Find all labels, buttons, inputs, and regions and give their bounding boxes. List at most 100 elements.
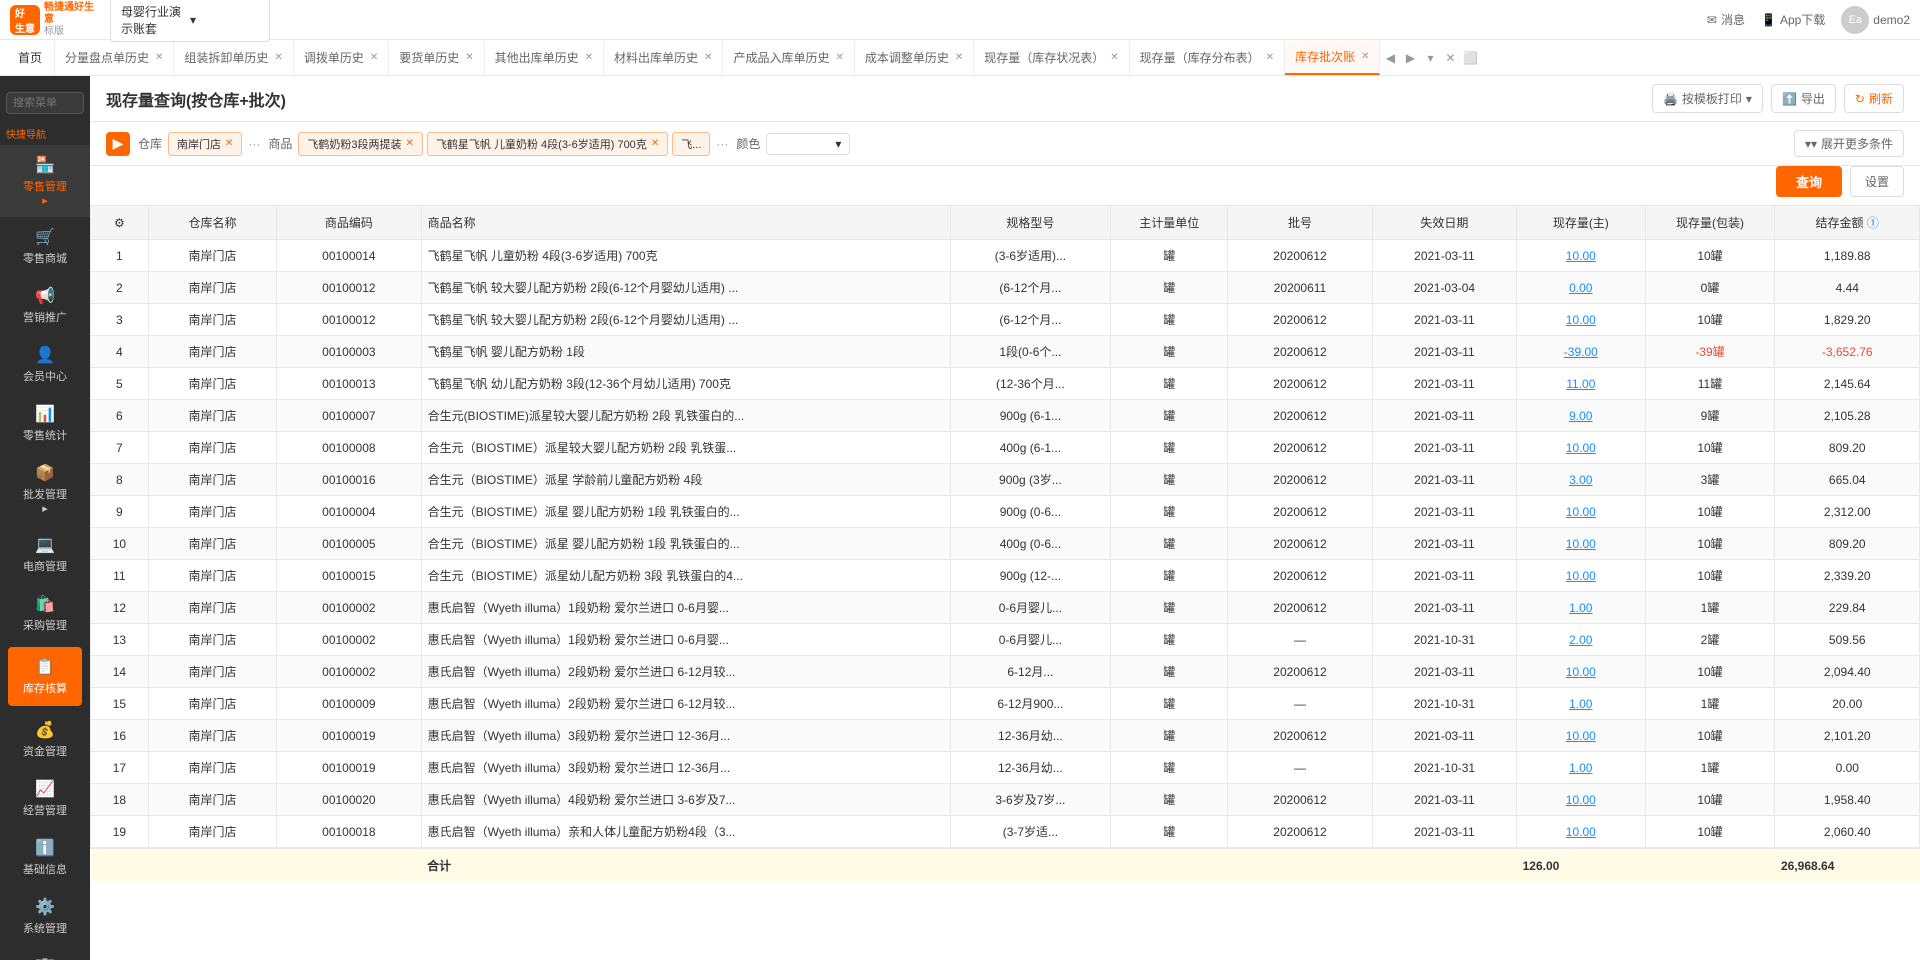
cell-unit: 罐 [1111, 656, 1228, 688]
tab-close-all[interactable]: ✕ [1440, 40, 1460, 76]
sidebar-item-dianshang[interactable]: 💻 电商管理 [0, 525, 90, 584]
table-row: 14 南岸门店 00100002 惠氏启智（Wyeth illuma）2段奶粉 … [91, 656, 1920, 688]
query-button[interactable]: 查询 [1776, 166, 1842, 197]
sidebar-item-qiye[interactable]: 🏢 企业协同 [0, 946, 90, 960]
export-icon: ⬆️ [1782, 92, 1797, 106]
sidebar-item-huiyuan[interactable]: 👤 会员中心 [0, 335, 90, 394]
sidebar-item-lingshougc[interactable]: 🛒 零售商城 [0, 217, 90, 276]
filter-toggle-button[interactable]: ▶ [106, 132, 130, 156]
tag-remove-icon[interactable]: ✕ [406, 138, 414, 149]
cell-qty[interactable]: 10.00 [1517, 656, 1645, 688]
warehouse-tag-nananjm: 南岸门店 ✕ [168, 132, 242, 156]
user-profile[interactable]: Ea demo2 [1841, 6, 1910, 34]
tab-qtachuku[interactable]: 其他出库单历史 ✕ [485, 41, 604, 75]
cell-index: 3 [91, 304, 149, 336]
tab-fenliangpandian[interactable]: 分量盘点单历史 ✕ [55, 41, 174, 75]
tab-close[interactable]: ✕ [274, 52, 282, 63]
cell-name: 惠氏启智（Wyeth illuma）2段奶粉 爱尔兰进口 6-12月较... [421, 656, 950, 688]
cell-name: 惠氏启智（Wyeth illuma）1段奶粉 爱尔兰进口 0-6月婴... [421, 624, 950, 656]
store-selector[interactable]: 母婴行业演示账套 ▾ [110, 0, 270, 42]
sidebar-item-pifa[interactable]: 📦 批发管理 ▸ [0, 453, 90, 525]
tab-close[interactable]: ✕ [955, 52, 963, 63]
cell-warehouse: 南岸门店 [148, 656, 276, 688]
tab-diaobodanhis[interactable]: 调拨单历史 ✕ [294, 41, 389, 75]
cell-qty[interactable]: 9.00 [1517, 400, 1645, 432]
tab-bar: 首页 分量盘点单历史 ✕ 组装拆卸单历史 ✕ 调拨单历史 ✕ 要货单历史 ✕ 其… [0, 40, 1920, 76]
tab-nav-more[interactable]: ▾ [1420, 40, 1440, 76]
member-icon: 👤 [35, 345, 55, 365]
cell-qty[interactable]: 10.00 [1517, 784, 1645, 816]
tab-chenben[interactable]: 成本调整单历史 ✕ [855, 41, 974, 75]
cell-qty[interactable]: 10.00 [1517, 496, 1645, 528]
sidebar-item-kucun[interactable]: 📋 库存核算 [8, 647, 82, 706]
cell-qty[interactable]: 10.00 [1517, 720, 1645, 752]
color-input[interactable]: ▾ [766, 133, 850, 155]
tab-close[interactable]: ✕ [370, 52, 378, 63]
cell-qty[interactable]: 10.00 [1517, 560, 1645, 592]
warehouse-more-dots[interactable]: ··· [248, 137, 260, 151]
tab-close[interactable]: ✕ [704, 52, 712, 63]
tab-nav-next[interactable]: ▶ [1400, 40, 1420, 76]
tab-kucunpici[interactable]: 库存批次账 ✕ [1285, 41, 1380, 75]
tab-yaohuo[interactable]: 要货单历史 ✕ [389, 41, 484, 75]
more-conditions-button[interactable]: ▾▾ 展开更多条件 [1794, 130, 1904, 157]
tab-home[interactable]: 首页 [6, 41, 55, 75]
sidebar-item-lingshougly[interactable]: 🏪 零售管理 ▸ [0, 145, 90, 217]
export-button[interactable]: ⬆️ 导出 [1771, 84, 1836, 113]
cell-batch: 20200612 [1228, 336, 1372, 368]
top-bar: 好生意 畅捷通好生意 标版 母婴行业演示账套 ▾ ✉ 消息 📱 App下载 Ea… [0, 0, 1920, 40]
cell-name: 飞鹤星飞帆 婴儿配方奶粉 1段 [421, 336, 950, 368]
search-input[interactable] [6, 92, 84, 114]
cell-qty[interactable]: 10.00 [1517, 528, 1645, 560]
cell-qty[interactable]: 10.00 [1517, 432, 1645, 464]
cell-qty[interactable]: 0.00 [1517, 272, 1645, 304]
settings-button[interactable]: 设置 [1850, 166, 1904, 197]
tag-remove-icon[interactable]: ✕ [225, 138, 233, 149]
sidebar-item-caigou[interactable]: 🛍️ 采购管理 [0, 584, 90, 643]
app-download-button[interactable]: 📱 App下载 [1761, 11, 1825, 28]
sidebar-item-jichuxinxi[interactable]: ℹ️ 基础信息 [0, 828, 90, 887]
col-header-settings[interactable]: ⚙ [91, 206, 149, 240]
cell-spec: 0-6月婴儿... [950, 592, 1110, 624]
tab-xiancunliang1[interactable]: 现存量（库存状况表） ✕ [974, 41, 1129, 75]
product-more-dots[interactable]: ··· [716, 137, 728, 151]
tab-cailiaochu[interactable]: 材料出库单历史 ✕ [604, 41, 723, 75]
tab-close[interactable]: ✕ [585, 52, 593, 63]
cell-qty[interactable]: 2.00 [1517, 624, 1645, 656]
tab-close[interactable]: ✕ [1361, 51, 1369, 62]
refresh-button[interactable]: ↻ 刷新 [1844, 84, 1904, 113]
col-header-name: 商品名称 [421, 206, 950, 240]
messages-button[interactable]: ✉ 消息 [1707, 11, 1745, 28]
tab-close[interactable]: ✕ [1266, 52, 1274, 63]
tab-close[interactable]: ✕ [465, 52, 473, 63]
tab-close[interactable]: ✕ [155, 52, 163, 63]
cell-qty[interactable]: 1.00 [1517, 592, 1645, 624]
sidebar-item-zijin[interactable]: 💰 资金管理 [0, 710, 90, 769]
product-tag-1: 飞鹤奶粉3段两提装 ✕ [298, 132, 423, 156]
tab-close[interactable]: ✕ [835, 52, 843, 63]
cell-warehouse: 南岸门店 [148, 240, 276, 272]
sidebar-item-xitong[interactable]: ⚙️ 系统管理 [0, 887, 90, 946]
tag-remove-icon[interactable]: ✕ [651, 138, 659, 149]
cell-qty[interactable]: 1.00 [1517, 688, 1645, 720]
cell-qty[interactable]: 10.00 [1517, 240, 1645, 272]
sidebar-item-jingying[interactable]: 📈 经营管理 [0, 769, 90, 828]
cell-pkg: 9罐 [1645, 400, 1775, 432]
print-button[interactable]: 🖨️ 按模板打印 ▾ [1652, 84, 1763, 113]
sidebar-item-lingshoutj[interactable]: 📊 零售统计 [0, 394, 90, 453]
expand-icon: ▾▾ [1805, 137, 1817, 151]
cell-qty[interactable]: 10.00 [1517, 304, 1645, 336]
tab-maximize[interactable]: ⬜ [1460, 40, 1480, 76]
tab-xiancunliang2[interactable]: 现存量（库存分布表） ✕ [1130, 41, 1285, 75]
cell-qty[interactable]: 1.00 [1517, 752, 1645, 784]
sidebar-item-yingxiao[interactable]: 📢 营销推广 [0, 276, 90, 335]
tab-nav-prev[interactable]: ◀ [1380, 40, 1400, 76]
cell-qty[interactable]: 10.00 [1517, 816, 1645, 849]
tab-close[interactable]: ✕ [1110, 52, 1118, 63]
cell-qty[interactable]: 3.00 [1517, 464, 1645, 496]
tab-zuzhuangchaijian[interactable]: 组装拆卸单历史 ✕ [174, 41, 293, 75]
cell-qty[interactable]: 11.00 [1517, 368, 1645, 400]
cell-qty[interactable]: -39.00 [1517, 336, 1645, 368]
info-icon[interactable]: ① [1867, 216, 1879, 230]
tab-chanchengpin[interactable]: 产成品入库单历史 ✕ [723, 41, 854, 75]
